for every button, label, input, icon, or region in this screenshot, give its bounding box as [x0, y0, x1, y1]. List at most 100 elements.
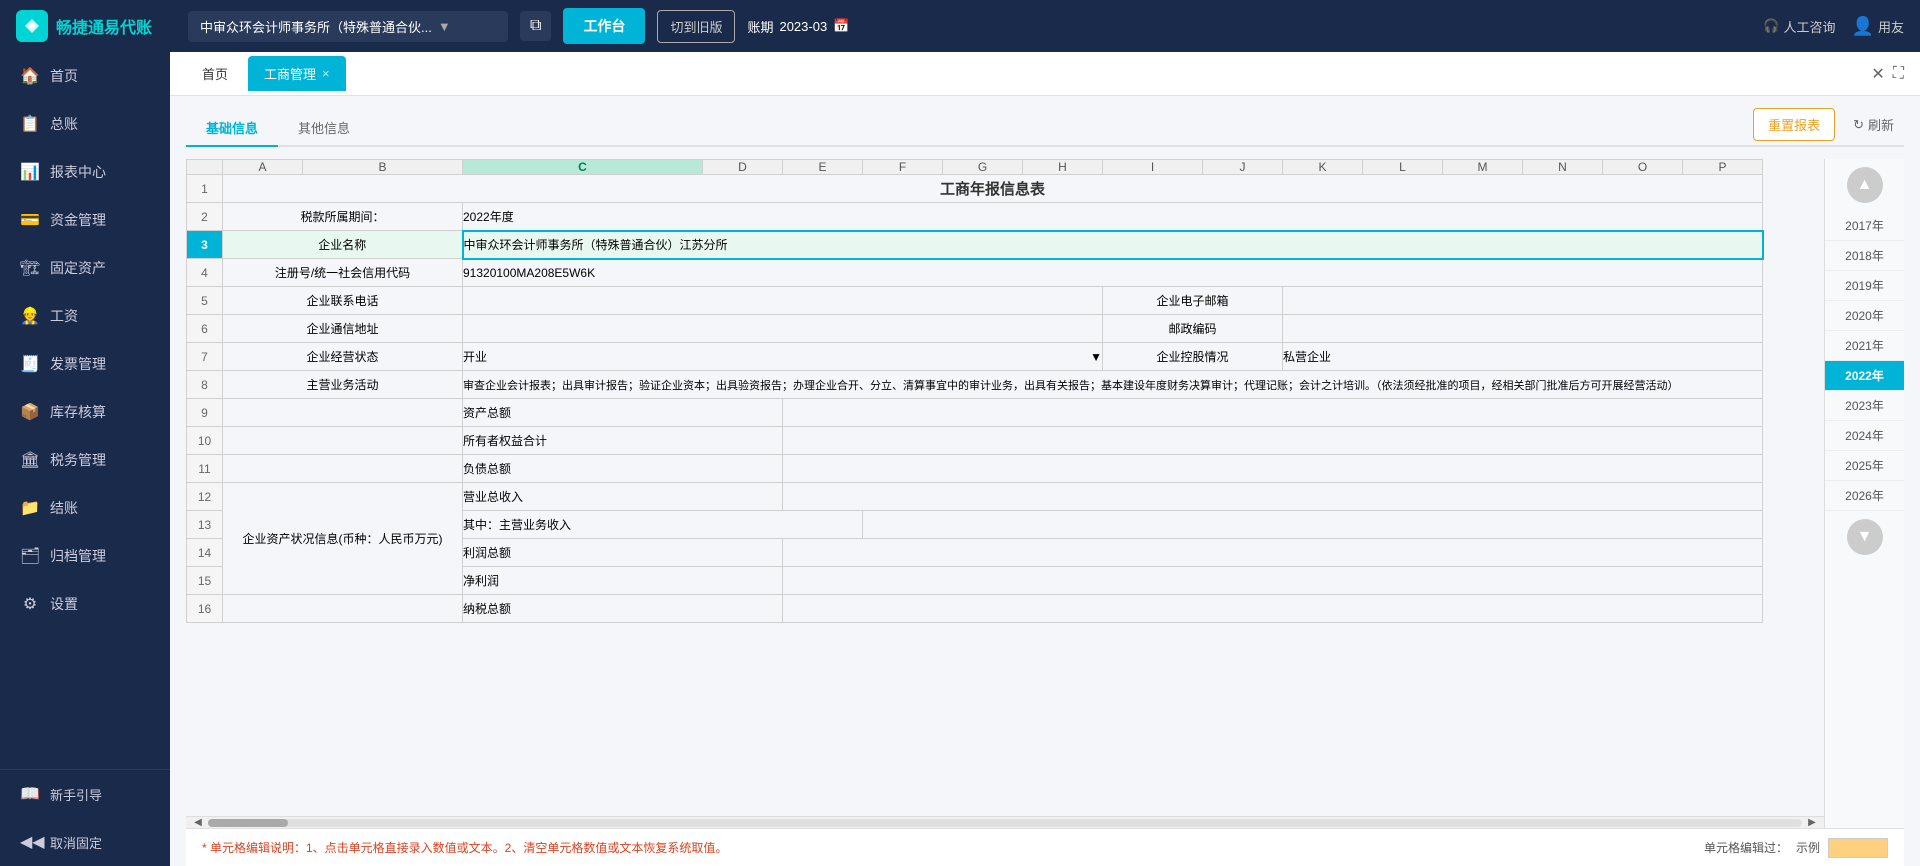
tab-close-button[interactable]: × [322, 66, 330, 81]
scroll-left-arrow[interactable]: ◀ [188, 817, 208, 828]
year-item-2017[interactable]: 2017年 [1825, 211, 1904, 241]
sidebar-item-label: 工资 [50, 306, 78, 326]
cell-debt-value[interactable] [783, 455, 1763, 483]
col-header-l: L [1363, 160, 1443, 175]
cell-period-value[interactable]: 2022年度 [463, 203, 1763, 231]
sidebar-item-label: 发票管理 [50, 354, 106, 374]
row-num: 13 [187, 511, 223, 539]
cell-main-revenue-value[interactable] [863, 511, 1763, 539]
table-row: 9 资产总额 [187, 399, 1763, 427]
year-item-2020[interactable]: 2020年 [1825, 301, 1904, 331]
cell-company-value[interactable]: 中审众环会计师事务所（特殊普通合伙）江苏分所 [463, 231, 1763, 259]
table-row: 7 企业经营状态 开业 ▼ 企业控股情况 私 [187, 343, 1763, 371]
sidebar-item-invoice[interactable]: 🧾 发票管理 [0, 340, 170, 388]
row-num: 8 [187, 371, 223, 399]
row-num: 4 [187, 259, 223, 287]
page-content: 基础信息 其他信息 重置报表 ↻ 刷新 [170, 96, 1920, 866]
tax-icon: 🏛 [20, 450, 40, 470]
sidebar-item-close[interactable]: 📁 结账 [0, 484, 170, 532]
copy-icon-button[interactable]: ⧉ [520, 11, 551, 41]
right-year-panel: ▲ 2017年 2018年 2019年 2020年 2021年 2022年 20… [1824, 159, 1904, 828]
company-selector[interactable]: 中审众环会计师事务所（特殊普通合伙... ▼ [188, 11, 508, 42]
sidebar-item-fund[interactable]: 💳 资金管理 [0, 196, 170, 244]
col-header-k: K [1283, 160, 1363, 175]
year-item-2023[interactable]: 2023年 [1825, 391, 1904, 421]
year-item-2022[interactable]: 2022年 [1825, 361, 1904, 391]
col-header-c: C [463, 160, 703, 175]
close-book-icon: 📁 [20, 498, 40, 518]
close-window-icon[interactable]: ✕ [1871, 64, 1884, 84]
sidebar-item-fixed[interactable]: 🏗 固定资产 [0, 244, 170, 292]
scrollbar-thumb[interactable] [208, 819, 288, 827]
cell-address-label: 企业通信地址 [223, 315, 463, 343]
app-header: 畅捷通易代账 中审众环会计师事务所（特殊普通合伙... ▼ ⧉ 工作台 切到旧版… [0, 0, 1920, 52]
sidebar-item-home[interactable]: 🏠 首页 [0, 52, 170, 100]
year-item-2019[interactable]: 2019年 [1825, 271, 1904, 301]
table-row: 1 工商年报信息表 [187, 175, 1763, 203]
tab-other-info[interactable]: 其他信息 [278, 110, 370, 147]
col-header-row: A B C D E F G H I J [187, 160, 1763, 175]
horizontal-scrollbar[interactable]: ◀ ▶ [186, 816, 1824, 828]
cell-profit-value[interactable] [783, 539, 1763, 567]
sub-tab-bar: 基础信息 其他信息 重置报表 ↻ 刷新 [186, 108, 1904, 147]
cell-postcode-value[interactable] [1283, 315, 1763, 343]
calendar-icon[interactable]: 📅 [833, 18, 849, 34]
spreadsheet-container[interactable]: A B C D E F G H I J [186, 159, 1824, 816]
unpin-icon: ◀◀ [20, 832, 40, 852]
dropdown-arrow-icon[interactable]: ▼ [1090, 350, 1102, 364]
maximize-icon[interactable]: ⛶ [1893, 65, 1904, 83]
sidebar-item-unpin[interactable]: ◀◀ 取消固定 [0, 818, 170, 866]
spreadsheet-outer: A B C D E F G H I J [186, 159, 1824, 828]
cell-address-value[interactable] [463, 315, 1103, 343]
old-version-button[interactable]: 切到旧版 [657, 10, 735, 43]
year-item-2018[interactable]: 2018年 [1825, 241, 1904, 271]
sidebar-item-label: 首页 [50, 66, 78, 86]
sidebar-item-settings[interactable]: ⚙ 设置 [0, 580, 170, 628]
company-name-text: 中审众环会计师事务所（特殊普通合伙... [200, 17, 432, 36]
cell-equity-value[interactable] [783, 427, 1763, 455]
panel-down-button[interactable]: ▼ [1847, 519, 1883, 555]
cell-phone-value[interactable] [463, 287, 1103, 315]
sidebar-item-ledger[interactable]: 📋 总账 [0, 100, 170, 148]
cell-r10-empty [223, 427, 463, 455]
workbench-button[interactable]: 工作台 [563, 8, 645, 44]
user-menu[interactable]: 👤 用友 [1852, 16, 1904, 37]
year-item-2021[interactable]: 2021年 [1825, 331, 1904, 361]
row-num: 6 [187, 315, 223, 343]
sidebar-item-archive[interactable]: 🗂 归档管理 [0, 532, 170, 580]
report-icon: 📊 [20, 162, 40, 182]
tab-home[interactable]: 首页 [186, 56, 244, 91]
cell-debt-label: 负债总额 [463, 455, 783, 483]
salary-icon: 👷 [20, 306, 40, 326]
scroll-right-arrow[interactable]: ▶ [1802, 817, 1822, 828]
period-value: 2023-03 [779, 19, 827, 34]
cell-revenue-value[interactable] [783, 483, 1763, 511]
reset-report-button[interactable]: 重置报表 [1753, 108, 1835, 141]
sidebar-item-inventory[interactable]: 📦 库存核算 [0, 388, 170, 436]
cell-email-value[interactable] [1283, 287, 1763, 315]
sidebar-item-newbie[interactable]: 📖 新手引导 [0, 770, 170, 818]
user-avatar-icon: 👤 [1852, 16, 1874, 37]
cell-netprofit-value[interactable] [783, 567, 1763, 595]
spreadsheet-title: 工商年报信息表 [223, 175, 1763, 203]
cell-assets-value[interactable] [783, 399, 1763, 427]
year-item-2024[interactable]: 2024年 [1825, 421, 1904, 451]
year-item-2025[interactable]: 2025年 [1825, 451, 1904, 481]
col-header-a: A [223, 160, 303, 175]
cell-tax-value[interactable] [783, 595, 1763, 623]
tab-basic-info[interactable]: 基础信息 [186, 110, 278, 147]
cell-holding-value[interactable]: 私营企业 [1283, 343, 1763, 371]
service-button[interactable]: 🎧 人工咨询 [1763, 17, 1835, 36]
row-num: 12 [187, 483, 223, 511]
tab-active[interactable]: 工商管理 × [248, 56, 346, 91]
panel-up-button[interactable]: ▲ [1847, 167, 1883, 203]
refresh-button[interactable]: ↻ 刷新 [1843, 109, 1904, 140]
year-item-2026[interactable]: 2026年 [1825, 481, 1904, 511]
sidebar-item-tax[interactable]: 🏛 税务管理 [0, 436, 170, 484]
status-dropdown[interactable]: 开业 ▼ [463, 348, 1102, 365]
cell-biz-value[interactable]: 审查企业会计报表；出具审计报告；验证企业资本；出具验资报告；办理企业合开、分立、… [463, 371, 1763, 399]
cell-regnum-value[interactable]: 91320100MA208E5W6K [463, 259, 1763, 287]
sidebar-item-report[interactable]: 📊 报表中心 [0, 148, 170, 196]
sidebar-item-salary[interactable]: 👷 工资 [0, 292, 170, 340]
cell-status-value[interactable]: 开业 ▼ [463, 343, 1103, 371]
